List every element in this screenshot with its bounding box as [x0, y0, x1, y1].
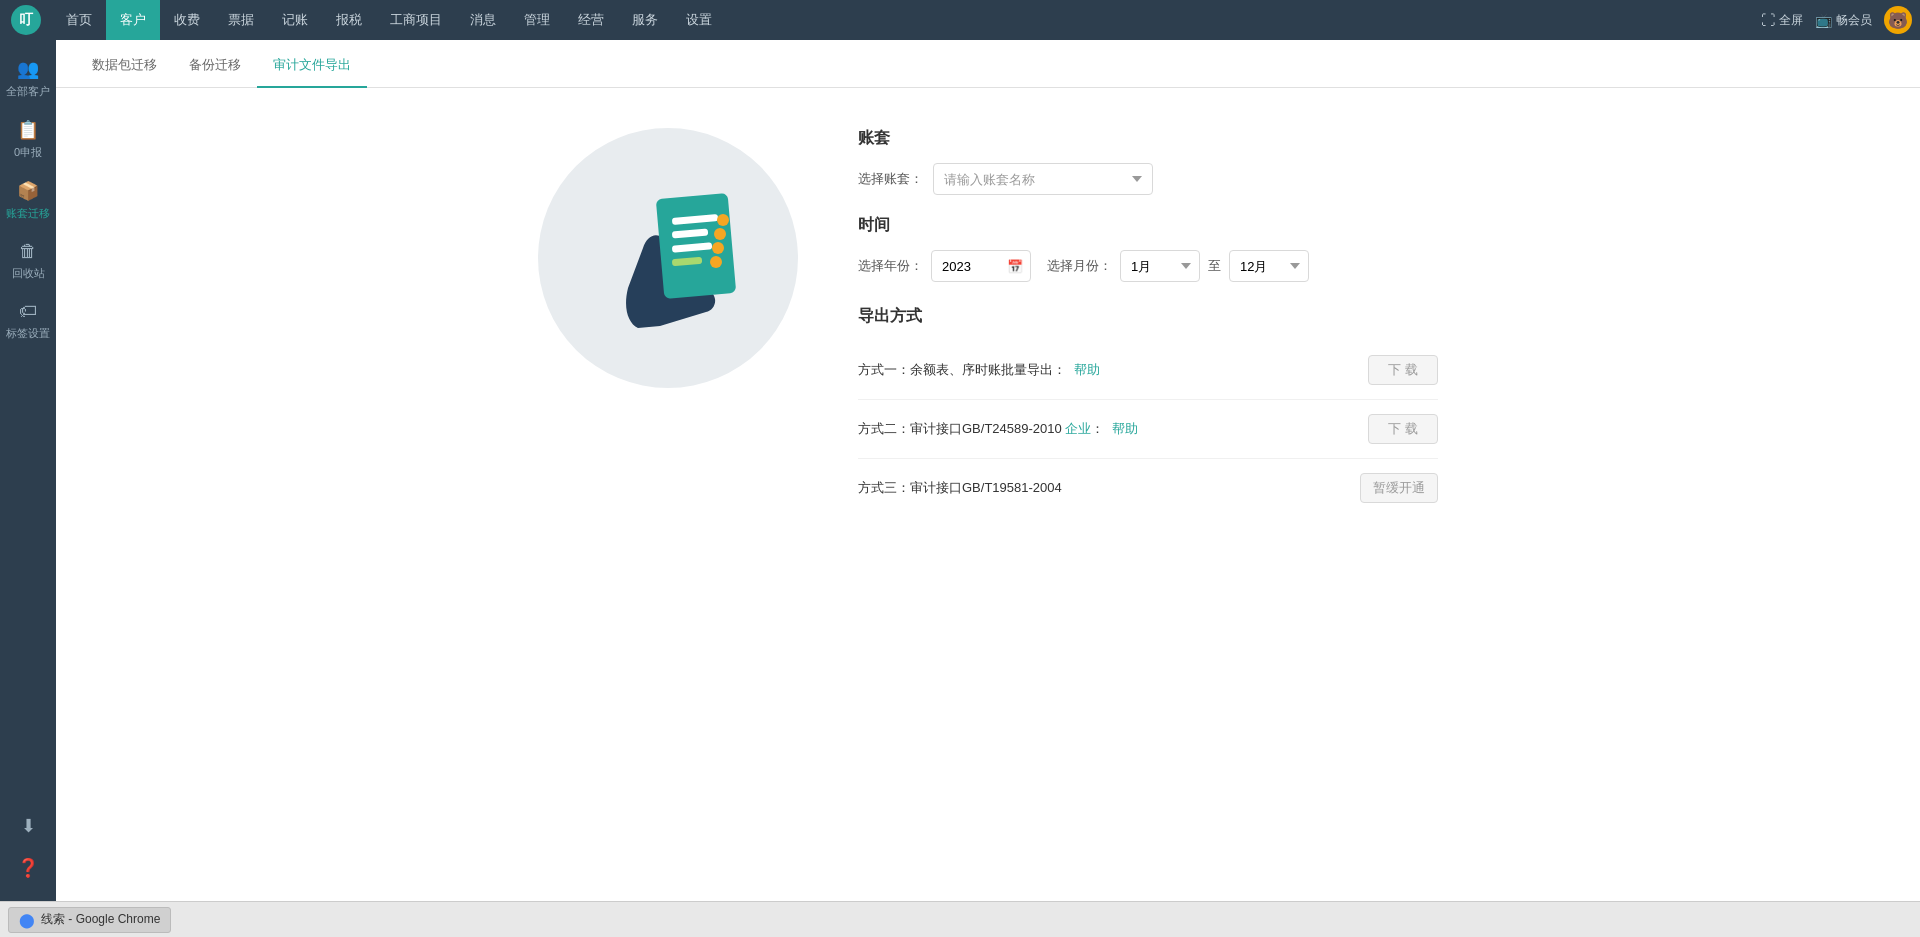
month-to-select[interactable]: 1月 2月 3月 4月 5月 6月 7月 8月 9月 10月 11月	[1229, 250, 1309, 282]
sidebar-label-recycle: 回收站	[12, 266, 45, 281]
tab-backup-migration[interactable]: 备份迁移	[173, 44, 257, 88]
fullscreen-label: 全屏	[1779, 12, 1803, 29]
form-area: 账套 选择账套： 请输入账套名称 时间 选择年份：	[858, 128, 1438, 517]
tab-audit-export[interactable]: 审计文件导出	[257, 44, 367, 88]
logo[interactable]: 叮	[8, 2, 44, 38]
method-1-label: 方式一：余额表、序时账批量导出：	[858, 362, 1066, 377]
time-row: 选择年份： 📅 选择月份： 1月 2月 3月 4月 5	[858, 250, 1438, 282]
content-inner: 账套 选择账套： 请输入账套名称 时间 选择年份：	[538, 128, 1438, 517]
all-customers-icon: 👥	[17, 58, 39, 80]
export-section-title: 导出方式	[858, 306, 1438, 327]
nav-business[interactable]: 工商项目	[376, 0, 456, 40]
taskbar: ⬤ 线索 - Google Chrome	[0, 901, 1920, 937]
nav-operation[interactable]: 经营	[564, 0, 618, 40]
chrome-icon: ⬤	[19, 912, 35, 928]
sidebar-item-recycle[interactable]: 🗑 回收站	[0, 231, 56, 291]
sidebar-help[interactable]: ❓	[0, 847, 56, 889]
year-input-wrap: 📅	[931, 250, 1031, 282]
nav-tax[interactable]: 报税	[322, 0, 376, 40]
method-3-label: 方式三：审计接口GB/T19581-2004	[858, 480, 1062, 495]
logo-circle: 叮	[11, 5, 41, 35]
sidebar-bottom: ⬇ ❓	[0, 805, 56, 901]
svg-point-7	[712, 242, 724, 254]
illustration	[538, 128, 798, 388]
zero-declaration-icon: 📋	[17, 119, 39, 141]
method-1-help-link[interactable]: 帮助	[1074, 362, 1100, 377]
account-select[interactable]: 请输入账套名称	[933, 163, 1153, 195]
avatar[interactable]: 🐻	[1884, 6, 1912, 34]
top-nav: 叮 首页 客户 收费 票据 记账 报税 工商项目 消息 管理 经营 服务 设置 …	[0, 0, 1920, 40]
method-2-company-link[interactable]: 企业	[1065, 421, 1091, 436]
member-button[interactable]: 📺 畅会员	[1815, 12, 1872, 29]
taskbar-chrome[interactable]: ⬤ 线索 - Google Chrome	[8, 907, 171, 933]
nav-settings[interactable]: 设置	[672, 0, 726, 40]
method-2-text: 方式二：审计接口GB/T24589-2010 企业： 帮助	[858, 420, 1138, 438]
sidebar-item-zero-declaration[interactable]: 📋 0申报	[0, 109, 56, 170]
time-section: 时间 选择年份： 📅 选择月份： 1月 2月 3月	[858, 215, 1438, 282]
method-2-download-button[interactable]: 下 载	[1368, 414, 1438, 444]
method-2-help-link[interactable]: 帮助	[1112, 421, 1138, 436]
svg-point-8	[710, 256, 722, 268]
nav-right: ⛶ 全屏 📺 畅会员 🐻	[1761, 6, 1912, 34]
illustration-svg	[588, 168, 748, 348]
content-area: 数据包迁移 备份迁移 审计文件导出	[56, 40, 1920, 901]
year-input[interactable]	[931, 250, 1031, 282]
account-section-title: 账套	[858, 128, 1438, 149]
method-2-label: 方式二：审计接口GB/T24589-2010	[858, 421, 1062, 436]
account-migration-icon: 📦	[17, 180, 39, 202]
fullscreen-button[interactable]: ⛶ 全屏	[1761, 12, 1803, 29]
sidebar-download[interactable]: ⬇	[0, 805, 56, 847]
export-method-3: 方式三：审计接口GB/T19581-2004 暂缓开通	[858, 459, 1438, 517]
month-from-select[interactable]: 1月 2月 3月 4月 5月 6月 7月 8月 9月 10月 11月	[1120, 250, 1200, 282]
time-section-title: 时间	[858, 215, 1438, 236]
method-1-text: 方式一：余额表、序时账批量导出： 帮助	[858, 361, 1100, 379]
member-label: 畅会员	[1836, 12, 1872, 29]
nav-invoice[interactable]: 票据	[214, 0, 268, 40]
sidebar-item-tag-settings[interactable]: 🏷 标签设置	[0, 291, 56, 351]
nav-message[interactable]: 消息	[456, 0, 510, 40]
fullscreen-icon: ⛶	[1761, 12, 1775, 28]
method-1-download-button[interactable]: 下 载	[1368, 355, 1438, 385]
tv-icon: 📺	[1815, 12, 1832, 28]
sidebar: 👥 全部客户 📋 0申报 📦 账套迁移 🗑 回收站 🏷 标签设置 ⬇ ❓	[0, 40, 56, 901]
export-method-1: 方式一：余额表、序时账批量导出： 帮助 下 载	[858, 341, 1438, 400]
sidebar-item-all-customers[interactable]: 👥 全部客户	[0, 48, 56, 109]
sidebar-item-account-migration[interactable]: 📦 账套迁移	[0, 170, 56, 231]
tab-bar: 数据包迁移 备份迁移 审计文件导出	[56, 40, 1920, 88]
nav-fee[interactable]: 收费	[160, 0, 214, 40]
nav-customer[interactable]: 客户	[106, 0, 160, 40]
main-content: 账套 选择账套： 请输入账套名称 时间 选择年份：	[56, 88, 1920, 901]
export-section: 导出方式 方式一：余额表、序时账批量导出： 帮助 下 载	[858, 306, 1438, 517]
recycle-icon: 🗑	[19, 241, 37, 262]
nav-items: 首页 客户 收费 票据 记账 报税 工商项目 消息 管理 经营 服务 设置	[52, 0, 726, 40]
sidebar-label-tag-settings: 标签设置	[6, 326, 50, 341]
sidebar-label-zero-declaration: 0申报	[14, 145, 42, 160]
nav-home[interactable]: 首页	[52, 0, 106, 40]
svg-point-5	[717, 214, 729, 226]
tab-data-migration[interactable]: 数据包迁移	[76, 44, 173, 88]
account-label: 选择账套：	[858, 170, 923, 188]
main-layout: 👥 全部客户 📋 0申报 📦 账套迁移 🗑 回收站 🏷 标签设置 ⬇ ❓	[0, 40, 1920, 901]
nav-bookkeeping[interactable]: 记账	[268, 0, 322, 40]
sidebar-label-account-migration: 账套迁移	[6, 206, 50, 221]
to-separator: 至	[1208, 257, 1221, 275]
year-label: 选择年份：	[858, 257, 923, 275]
help-icon: ❓	[17, 857, 39, 879]
account-form-row: 选择账套： 请输入账套名称	[858, 163, 1438, 195]
nav-service[interactable]: 服务	[618, 0, 672, 40]
account-select-wrap: 请输入账套名称	[933, 163, 1153, 195]
month-label: 选择月份：	[1047, 257, 1112, 275]
method-3-text: 方式三：审计接口GB/T19581-2004	[858, 479, 1062, 497]
method-3-open-button[interactable]: 暂缓开通	[1360, 473, 1438, 503]
svg-point-6	[714, 228, 726, 240]
export-method-2: 方式二：审计接口GB/T24589-2010 企业： 帮助 下 载	[858, 400, 1438, 459]
download-icon: ⬇	[21, 815, 36, 837]
sidebar-label-all-customers: 全部客户	[6, 84, 50, 99]
taskbar-chrome-label: 线索 - Google Chrome	[41, 911, 160, 928]
tag-settings-icon: 🏷	[19, 301, 37, 322]
nav-manage[interactable]: 管理	[510, 0, 564, 40]
